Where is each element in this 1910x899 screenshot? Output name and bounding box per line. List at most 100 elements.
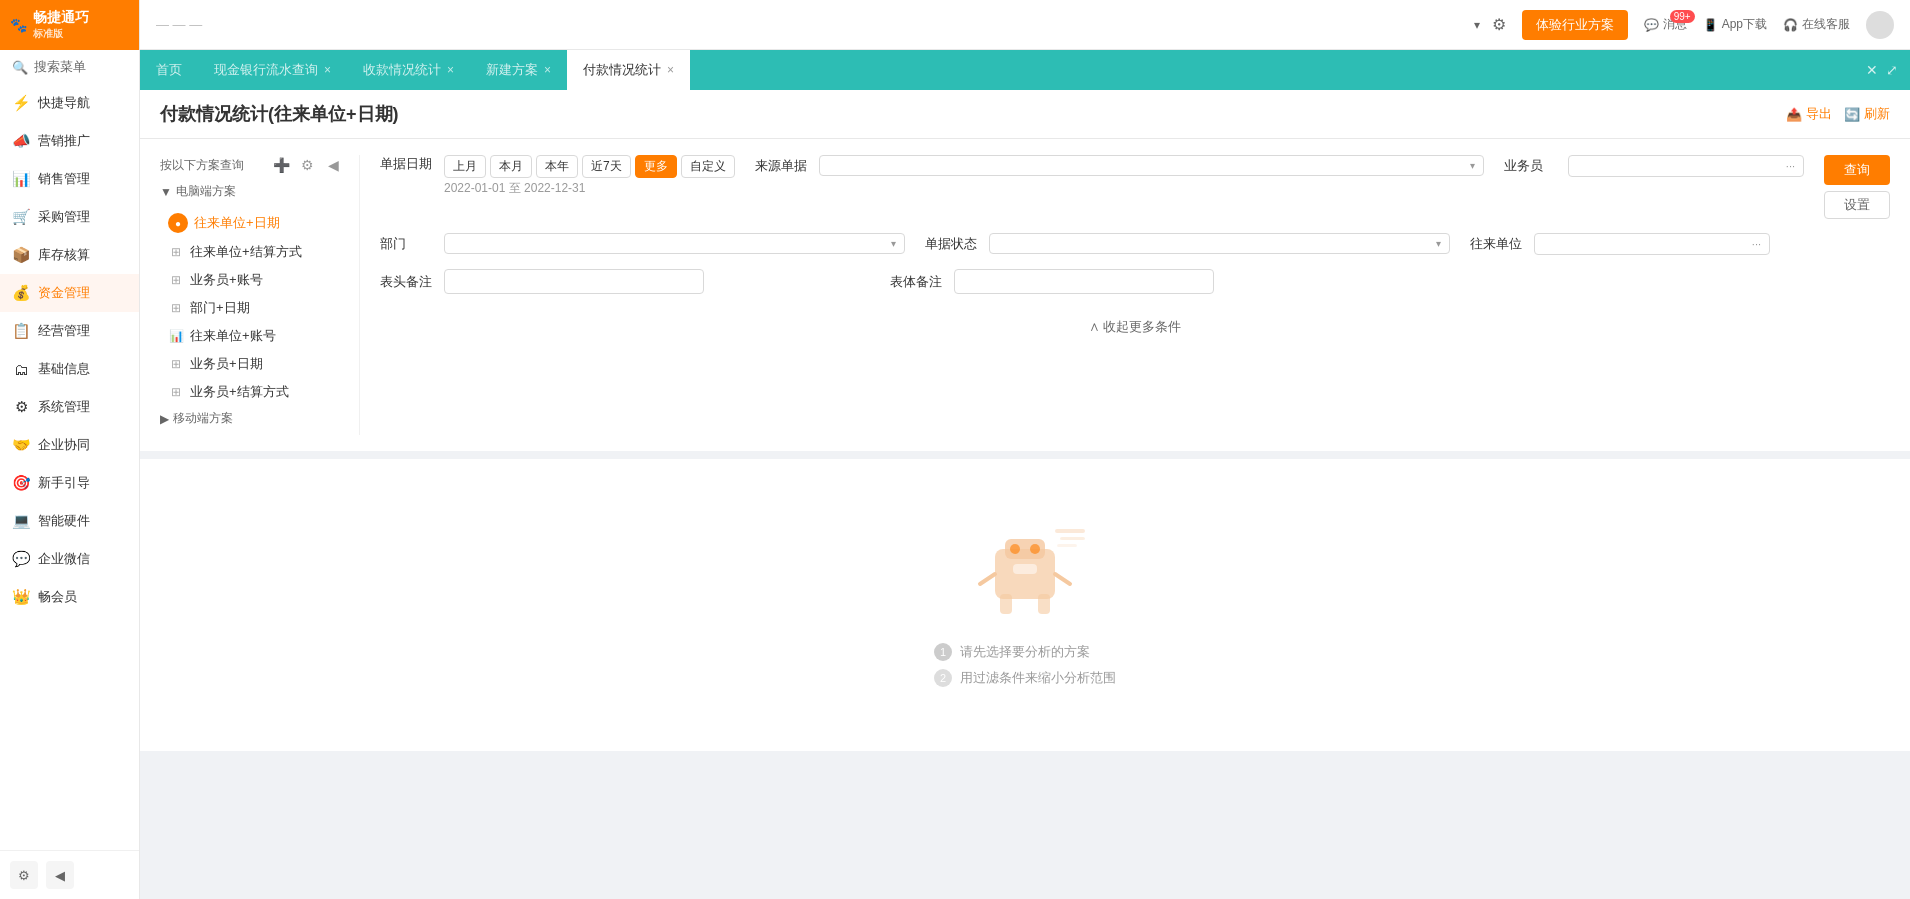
date-btn-this-month[interactable]: 本月 <box>490 155 532 178</box>
sidebar-item-label: 基础信息 <box>38 360 90 378</box>
settings-btn[interactable]: 设置 <box>1824 191 1890 219</box>
tab-payment-stats-close[interactable]: × <box>667 63 674 77</box>
tab-close-all-btn[interactable]: ✕ <box>1866 62 1878 78</box>
header-notes-input[interactable] <box>444 269 704 294</box>
voucher-status-select[interactable]: ▾ <box>989 233 1450 254</box>
voucher-status-label: 单据状态 <box>925 235 981 253</box>
tab-receipt-stats-label: 收款情况统计 <box>363 61 441 79</box>
sidebar-item-system[interactable]: ⚙ 系统管理 <box>0 388 139 426</box>
user-avatar[interactable] <box>1866 11 1894 39</box>
sidebar-item-guide[interactable]: 🎯 新手引导 <box>0 464 139 502</box>
plan-item-dept-date[interactable]: ⊞ 部门+日期 <box>160 294 343 322</box>
sidebar-item-operation[interactable]: 📋 经营管理 <box>0 312 139 350</box>
date-btn-this-year[interactable]: 本年 <box>536 155 578 178</box>
app-download-btn[interactable]: 📱 App下载 <box>1703 16 1767 33</box>
refresh-icon: 🔄 <box>1844 107 1860 122</box>
voucher-status-field: 单据状态 ▾ <box>925 233 1450 254</box>
sidebar-item-inventory[interactable]: 📦 库存核算 <box>0 236 139 274</box>
collapse-label: 收起更多条件 <box>1103 319 1181 334</box>
topbar: — — — ▾ ⚙ 体验行业方案 💬 消息 99+ 📱 App下载 🎧 在线客服 <box>140 0 1910 50</box>
expand-icon: ▼ <box>160 185 172 199</box>
page-content: 付款情况统计(往来单位+日期) 📤 导出 🔄 刷新 按以下方案查询 <box>140 90 1910 899</box>
collapse-btn[interactable]: ∧ 收起更多条件 <box>1089 319 1182 334</box>
query-btn[interactable]: 查询 <box>1824 155 1890 185</box>
logo-text: 畅捷通巧 <box>33 9 89 27</box>
search-menu[interactable]: 🔍 搜索菜单 <box>0 50 139 84</box>
plan-item-partner-account[interactable]: 📊 往来单位+账号 <box>160 322 343 350</box>
plan-settings-btn[interactable]: ⚙ <box>297 155 317 175</box>
tab-payment-stats-label: 付款情况统计 <box>583 61 661 79</box>
purchase-icon: 🛒 <box>12 208 30 226</box>
date-btn-last-month[interactable]: 上月 <box>444 155 486 178</box>
expand-icon: ▶ <box>160 412 169 426</box>
topbar-dropdown[interactable]: ▾ <box>1474 18 1480 32</box>
sidebar-item-purchase[interactable]: 🛒 采购管理 <box>0 198 139 236</box>
download-icon: 📱 <box>1703 18 1718 32</box>
plan-item-partner-settlement[interactable]: ⊞ 往来单位+结算方式 <box>160 238 343 266</box>
sidebar-nav: ⚡ 快捷导航 📣 营销推广 📊 销售管理 🛒 采购管理 📦 库存核算 💰 资金管… <box>0 84 139 850</box>
body-notes-input[interactable] <box>954 269 1214 294</box>
empty-state: 1 请先选择要分析的方案 2 用过滤条件来缩小分析范围 <box>140 459 1910 751</box>
notifications-btn[interactable]: 💬 消息 99+ <box>1644 16 1687 33</box>
tip-num-1: 1 <box>934 643 952 661</box>
date-btn-last-7[interactable]: 近7天 <box>582 155 631 178</box>
export-btn[interactable]: 📤 导出 <box>1786 105 1832 123</box>
tab-receipt-stats[interactable]: 收款情况统计 × <box>347 50 470 90</box>
sidebar-item-label: 经营管理 <box>38 322 90 340</box>
tab-bank-flow[interactable]: 现金银行流水查询 × <box>198 50 347 90</box>
plan-item-partner-date[interactable]: ● 往来单位+日期 <box>160 208 343 238</box>
sidebar-item-basic-info[interactable]: 🗂 基础信息 <box>0 350 139 388</box>
sidebar-item-label: 系统管理 <box>38 398 90 416</box>
wechat-icon: 💬 <box>12 550 30 568</box>
sidebar-footer: ⚙ ◀ <box>0 850 139 899</box>
tab-payment-stats[interactable]: 付款情况统计 × <box>567 50 690 90</box>
date-btn-more[interactable]: 更多 <box>635 155 677 178</box>
sidebar-item-sales[interactable]: 📊 销售管理 <box>0 160 139 198</box>
sidebar-item-hardware[interactable]: 💻 智能硬件 <box>0 502 139 540</box>
date-range-text: 2022-01-01 至 2022-12-31 <box>444 180 735 197</box>
topbar-settings-icon[interactable]: ⚙ <box>1492 15 1506 34</box>
plan-item-staff-account[interactable]: ⊞ 业务员+账号 <box>160 266 343 294</box>
sidebar-item-label: 库存核算 <box>38 246 90 264</box>
tab-new-plan-close[interactable]: × <box>544 63 551 77</box>
tab-new-plan[interactable]: 新建方案 × <box>470 50 567 90</box>
tab-bank-flow-label: 现金银行流水查询 <box>214 61 318 79</box>
tab-bank-flow-close[interactable]: × <box>324 63 331 77</box>
tab-receipt-stats-close[interactable]: × <box>447 63 454 77</box>
sidebar-item-wechat[interactable]: 💬 企业微信 <box>0 540 139 578</box>
svg-rect-4 <box>1013 564 1037 574</box>
sidebar-item-capital[interactable]: 💰 资金管理 <box>0 274 139 312</box>
collapse-sidebar-btn[interactable]: ◀ <box>323 155 343 175</box>
sidebar-collapse-btn[interactable]: ◀ <box>46 861 74 889</box>
plan-item-staff-settlement[interactable]: ⊞ 业务员+结算方式 <box>160 378 343 406</box>
plan-item-staff-date[interactable]: ⊞ 业务员+日期 <box>160 350 343 378</box>
service-icon: 🎧 <box>1783 18 1798 32</box>
sidebar-item-label: 快捷导航 <box>38 94 90 112</box>
staff-field: 业务员 ··· <box>1504 155 1804 177</box>
sidebar-item-quick-nav[interactable]: ⚡ 快捷导航 <box>0 84 139 122</box>
sidebar-item-label: 智能硬件 <box>38 512 90 530</box>
online-service-btn[interactable]: 🎧 在线客服 <box>1783 16 1850 33</box>
source-voucher-select[interactable]: ▾ <box>819 155 1484 176</box>
sidebar-item-enterprise[interactable]: 🤝 企业协同 <box>0 426 139 464</box>
hardware-icon: 💻 <box>12 512 30 530</box>
date-btn-custom[interactable]: 自定义 <box>681 155 735 178</box>
filter-area: 按以下方案查询 ➕ ⚙ ◀ ▼ 电脑端方案 ● 往来单 <box>140 139 1910 451</box>
refresh-btn[interactable]: 🔄 刷新 <box>1844 105 1890 123</box>
voucher-date-field: 单据日期 上月 本月 本年 近7天 更多 自定义 20 <box>380 155 735 197</box>
dept-select[interactable]: ▾ <box>444 233 905 254</box>
plan-label: 业务员+账号 <box>190 271 263 289</box>
main-area: — — — ▾ ⚙ 体验行业方案 💬 消息 99+ 📱 App下载 🎧 在线客服 <box>140 0 1910 899</box>
trial-btn[interactable]: 体验行业方案 <box>1522 10 1628 40</box>
sidebar-logo: 🐾 畅捷通巧 标准版 <box>0 0 139 50</box>
sidebar-settings-btn[interactable]: ⚙ <box>10 861 38 889</box>
dept-label: 部门 <box>380 235 436 253</box>
svg-point-3 <box>1030 544 1040 554</box>
add-plan-btn[interactable]: ➕ <box>271 155 291 175</box>
tabbar-controls: ✕ ⤢ <box>1854 62 1910 78</box>
tab-expand-btn[interactable]: ⤢ <box>1886 62 1898 78</box>
sidebar-item-member[interactable]: 👑 畅会员 <box>0 578 139 616</box>
tab-home[interactable]: 首页 <box>140 50 198 90</box>
sidebar-item-marketing[interactable]: 📣 营销推广 <box>0 122 139 160</box>
partner-field: 往来单位 ··· <box>1470 233 1770 255</box>
